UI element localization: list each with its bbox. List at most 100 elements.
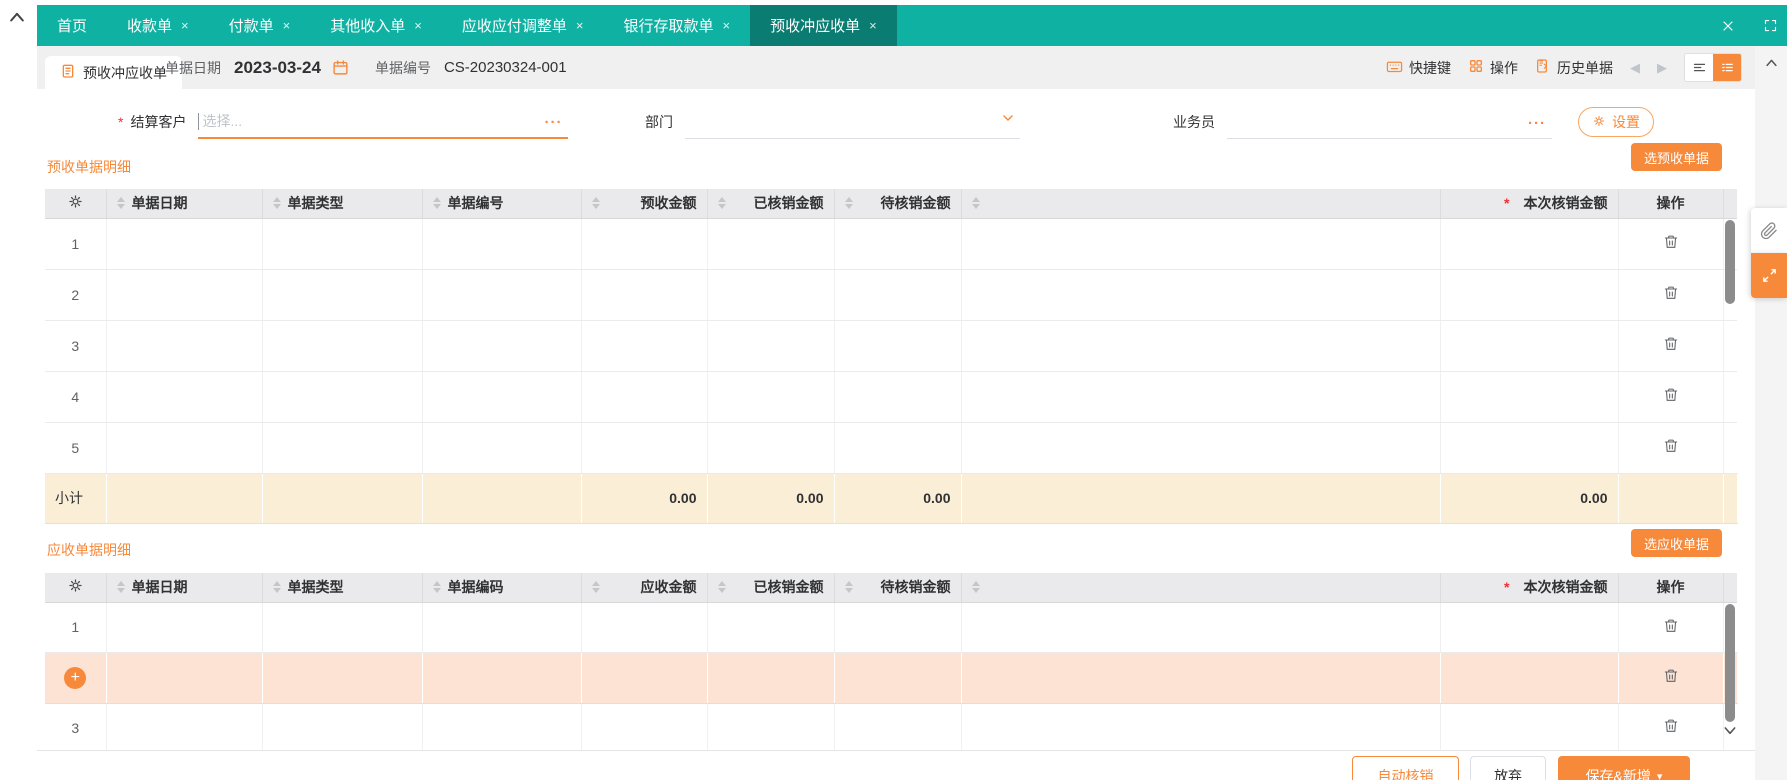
settings-button[interactable]: 设置	[1578, 107, 1654, 137]
cell-number[interactable]	[422, 269, 582, 321]
delete-row-trash-icon[interactable]	[1663, 438, 1679, 454]
cell-type[interactable]	[262, 218, 423, 270]
cell-current-amount[interactable]	[1440, 218, 1619, 270]
sort-icon[interactable]	[272, 197, 281, 210]
cell-date[interactable]	[106, 320, 263, 372]
cell-receivable-amount[interactable]	[581, 652, 708, 704]
delete-row-trash-icon[interactable]	[1663, 618, 1679, 634]
prepaid-col-number[interactable]: 单据编号	[448, 193, 504, 213]
collapse-up-icon[interactable]	[7, 8, 27, 33]
fullscreen-icon[interactable]	[1759, 15, 1781, 37]
cell-pending-amount[interactable]	[834, 703, 962, 753]
receivable-col-receivable-amount[interactable]: 应收金额	[641, 577, 697, 597]
cell-date[interactable]	[106, 218, 263, 270]
save-and-new-button[interactable]: 保存&新增 ▾	[1558, 756, 1690, 780]
cell-number[interactable]	[422, 371, 582, 423]
receivable-table-scrollbar-thumb[interactable]	[1725, 604, 1735, 722]
cell-prepaid-amount[interactable]	[581, 371, 708, 423]
cell-code[interactable]	[422, 652, 582, 704]
cell-current-amount[interactable]	[1440, 269, 1619, 321]
cell-date[interactable]	[106, 602, 263, 653]
cell-type[interactable]	[262, 602, 423, 653]
cell-receivable-amount[interactable]	[581, 703, 708, 753]
prepaid-row[interactable]: 2	[45, 269, 1737, 321]
cell-type[interactable]	[262, 422, 423, 474]
cell-writtenoff-amount[interactable]	[707, 269, 835, 321]
cell-pending-amount[interactable]	[834, 320, 962, 372]
tab-close-icon[interactable]: ×	[576, 18, 584, 33]
cell-number[interactable]	[422, 422, 582, 474]
delete-row-trash-icon[interactable]	[1663, 668, 1679, 684]
delete-row-trash-icon[interactable]	[1663, 234, 1679, 250]
close-icon[interactable]	[1717, 15, 1739, 37]
detail-view-icon[interactable]	[1713, 54, 1741, 81]
sort-icon[interactable]	[116, 197, 125, 210]
customer-lookup-ellipsis-icon[interactable]: ···	[544, 114, 562, 131]
department-select[interactable]	[685, 105, 1020, 139]
cell-number[interactable]	[422, 218, 582, 270]
cell-writtenoff-amount[interactable]	[707, 422, 835, 474]
prev-voucher-icon[interactable]: ◀	[1630, 60, 1640, 76]
top-tab-home[interactable]: 首页	[37, 5, 107, 46]
cell-current-amount[interactable]	[1440, 422, 1619, 474]
top-tab-other-income[interactable]: 其他收入单 ×	[310, 5, 442, 46]
sort-icon[interactable]	[272, 581, 281, 594]
sort-icon[interactable]	[971, 197, 980, 210]
tab-close-icon[interactable]: ×	[869, 18, 877, 33]
receivable-col-type[interactable]: 单据类型	[288, 577, 344, 597]
receivable-col-writtenoff-amount[interactable]: 已核销金额	[754, 577, 824, 597]
top-tab-bank-deposit[interactable]: 银行存取款单 ×	[603, 5, 750, 46]
cell-current-amount[interactable]	[1440, 703, 1619, 753]
page-scroll-up-icon[interactable]	[1764, 56, 1779, 76]
receivable-col-date[interactable]: 单据日期	[132, 577, 188, 597]
chevron-down-icon[interactable]	[1000, 110, 1016, 131]
top-tab-payment[interactable]: 付款单 ×	[209, 5, 311, 46]
select-receivable-vouchers-button[interactable]: 选应收单据	[1630, 529, 1722, 557]
cell-prepaid-amount[interactable]	[581, 422, 708, 474]
cell-writtenoff-amount[interactable]	[707, 652, 835, 704]
cell-pending-amount[interactable]	[834, 371, 962, 423]
discard-button[interactable]: 放弃	[1470, 756, 1546, 780]
cell-type[interactable]	[262, 320, 423, 372]
scroll-down-icon[interactable]	[1722, 722, 1738, 743]
cell-pending-amount[interactable]	[834, 422, 962, 474]
prepaid-row[interactable]: 4	[45, 371, 1737, 423]
cell-prepaid-amount[interactable]	[581, 218, 708, 270]
prepaid-col-date[interactable]: 单据日期	[132, 193, 188, 213]
sort-icon[interactable]	[717, 581, 726, 594]
delete-row-trash-icon[interactable]	[1663, 387, 1679, 403]
settlement-customer-input[interactable]: 选择... ···	[198, 105, 569, 139]
auto-writeoff-button[interactable]: 自动核销	[1352, 756, 1459, 780]
sort-icon[interactable]	[432, 197, 441, 210]
operation-menu-button[interactable]: 操作	[1468, 58, 1518, 78]
receivable-row[interactable]: 3	[45, 703, 1737, 753]
cell-date[interactable]	[106, 703, 263, 753]
top-tab-prepaid-writeoff-active[interactable]: 预收冲应收单 ×	[750, 5, 897, 46]
delete-row-trash-icon[interactable]	[1663, 285, 1679, 301]
prepaid-table-scrollbar-thumb[interactable]	[1725, 220, 1735, 304]
prepaid-col-prepaid-amount[interactable]: 预收金额	[641, 193, 697, 213]
delete-row-trash-icon[interactable]	[1663, 718, 1679, 734]
cell-type[interactable]	[262, 371, 423, 423]
cell-date[interactable]	[106, 371, 263, 423]
prepaid-row[interactable]: 3	[45, 320, 1737, 372]
prepaid-row[interactable]: 1	[45, 218, 1737, 270]
date-value[interactable]: 2023-03-24	[234, 58, 321, 78]
receivable-col-code[interactable]: 单据编码	[448, 577, 504, 597]
top-tab-ar-ap-adjust[interactable]: 应收应付调整单 ×	[442, 5, 604, 46]
history-vouchers-button[interactable]: 历史单据	[1535, 58, 1613, 78]
tab-close-icon[interactable]: ×	[722, 18, 730, 33]
cell-type[interactable]	[262, 652, 423, 704]
cell-pending-amount[interactable]	[834, 218, 962, 270]
sort-icon[interactable]	[844, 197, 853, 210]
cell-writtenoff-amount[interactable]	[707, 371, 835, 423]
document-tab-active[interactable]: 预收冲应收单	[45, 56, 182, 89]
attachment-paperclip-icon[interactable]	[1751, 208, 1787, 253]
cell-writtenoff-amount[interactable]	[707, 602, 835, 653]
cell-pending-amount[interactable]	[834, 602, 962, 653]
sort-icon[interactable]	[971, 581, 980, 594]
cell-current-amount[interactable]	[1440, 320, 1619, 372]
receivable-row[interactable]: 1	[45, 602, 1737, 653]
page-scrollbar-rail[interactable]	[1755, 46, 1787, 780]
cell-date[interactable]	[106, 422, 263, 474]
